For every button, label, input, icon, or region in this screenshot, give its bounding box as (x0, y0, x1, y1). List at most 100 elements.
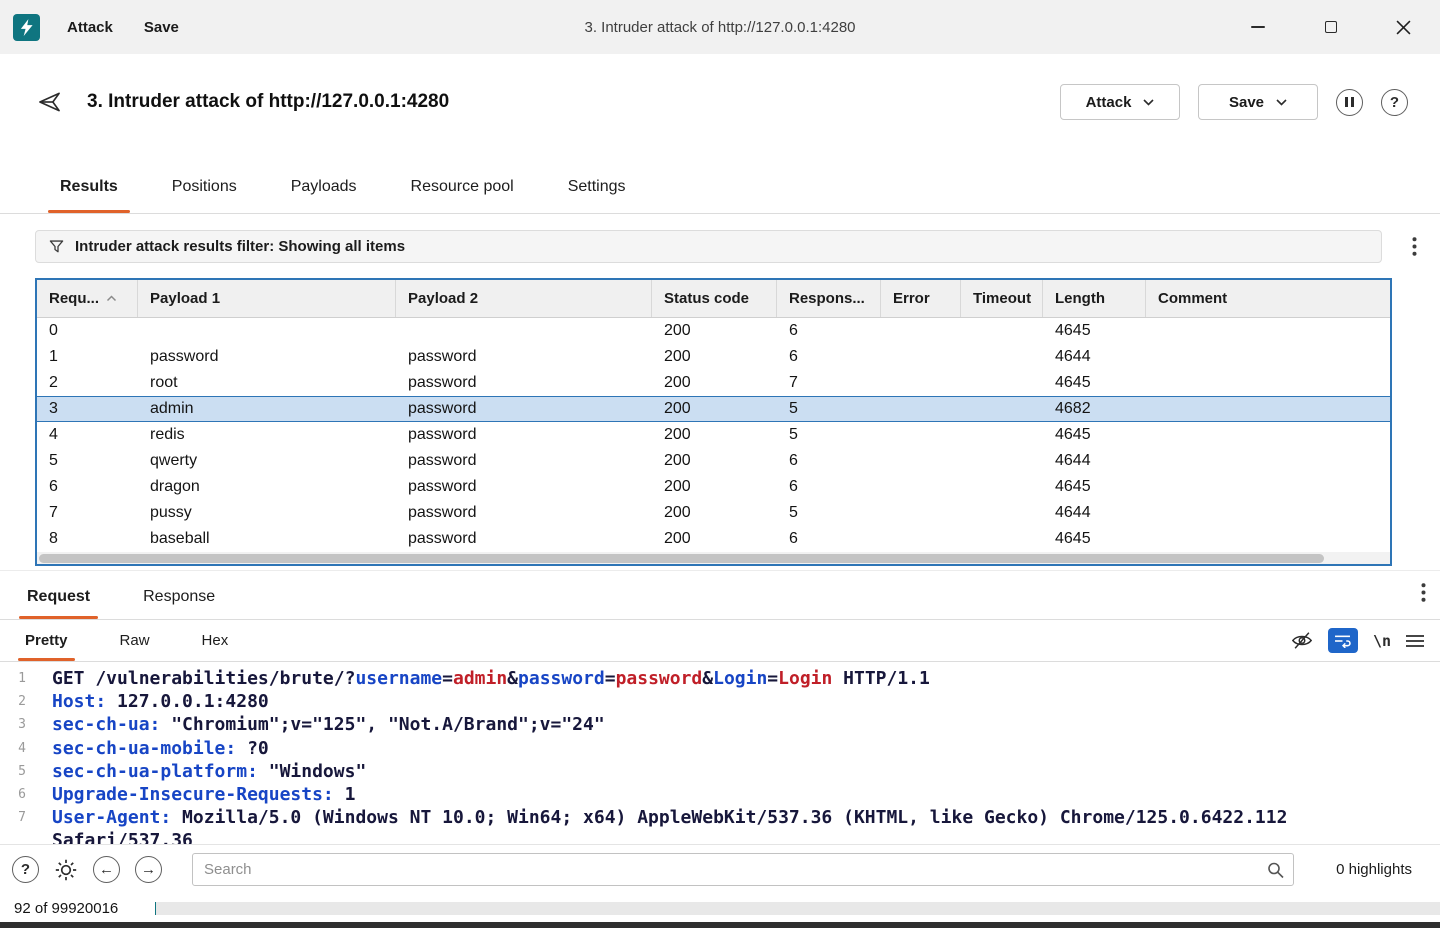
previous-match-button[interactable]: ← (93, 856, 120, 883)
table-cell: 200 (664, 478, 691, 495)
table-cell: 8 (49, 530, 58, 547)
request-line[interactable]: 7 User-Agent: Mozilla/5.0 (Windows NT 10.… (0, 806, 1440, 829)
request-line[interactable]: 6 Upgrade-Insecure-Requests: 1 (0, 783, 1440, 806)
tab-resource-pool[interactable]: Resource pool (411, 150, 514, 213)
pause-attack-button[interactable] (1336, 88, 1363, 116)
results-filter-bar[interactable]: Intruder attack results filter: Showing … (35, 229, 1382, 263)
menu-save[interactable]: Save (144, 19, 179, 36)
column-header-timeout[interactable]: Timeout (961, 280, 1043, 317)
table-cell: pussy (150, 504, 192, 521)
request-line-text: sec-ch-ua-mobile: ?0 (44, 738, 269, 759)
code-segment: admin (452, 668, 508, 690)
table-row[interactable]: 2 root password 200 7 4645 (37, 370, 1390, 396)
menu-attack[interactable]: Attack (67, 19, 113, 36)
maximize-button[interactable] (1294, 0, 1367, 54)
column-header-payload-2[interactable]: Payload 2 (396, 280, 652, 317)
close-icon (1396, 20, 1411, 34)
request-line[interactable]: 4 sec-ch-ua-mobile: ?0 (0, 737, 1440, 760)
table-cell: 6 (789, 478, 798, 495)
tab-payloads[interactable]: Payloads (291, 150, 357, 213)
search-settings-button[interactable] (54, 858, 78, 882)
help-button[interactable]: ? (1381, 88, 1408, 116)
column-header-respons[interactable]: Respons... (777, 280, 881, 317)
tab-hex[interactable]: Hex (202, 620, 229, 661)
question-icon: ? (1389, 93, 1400, 111)
intruder-attack-window: Attack Save 3. Intruder attack of http:/… (0, 0, 1440, 928)
message-menu-button[interactable] (1421, 583, 1426, 607)
main-tab-bar: Results Positions Payloads Resource pool Set… (0, 150, 1440, 214)
code-segment: Login (778, 668, 833, 690)
tab-results[interactable]: Results (48, 150, 130, 213)
column-header-length[interactable]: Length (1043, 280, 1146, 317)
table-cell: 200 (664, 400, 691, 417)
request-progress-count: 92 of 99920016 (14, 899, 119, 917)
column-header-error[interactable]: Error (881, 280, 961, 317)
table-row[interactable]: 8 baseball password 200 6 4645 (37, 526, 1390, 552)
next-match-button[interactable]: → (135, 856, 162, 883)
table-row[interactable]: 6 dragon password 200 6 4645 (37, 474, 1390, 500)
lightning-icon (20, 18, 33, 36)
tab-settings[interactable]: Settings (568, 150, 626, 213)
code-segment: username (355, 668, 443, 690)
line-number: 5 (18, 763, 26, 779)
tab-positions[interactable]: Positions (172, 150, 237, 213)
results-table: Requ... Payload 1 Payload 2 Status code Resp… (35, 278, 1392, 566)
table-row[interactable]: 0 200 6 4645 (37, 318, 1390, 344)
table-cell: 200 (664, 426, 691, 443)
horizontal-scrollbar[interactable] (37, 552, 1390, 564)
code-segment: = (442, 668, 453, 690)
tab-raw[interactable]: Raw (120, 620, 150, 661)
table-row[interactable]: 7 pussy password 200 5 4644 (37, 500, 1390, 526)
intruder-attack-icon (38, 91, 61, 113)
table-cell: password (150, 348, 219, 365)
attack-button[interactable]: Attack (1060, 84, 1180, 120)
request-editor[interactable]: 1 GET /vulnerabilities/brute/?username=ad… (0, 662, 1440, 844)
filter-menu-button[interactable] (1404, 236, 1424, 256)
request-line[interactable]: 2 Host: 127.0.0.1:4280 (0, 690, 1440, 713)
close-button[interactable] (1367, 0, 1440, 54)
tab-pretty[interactable]: Pretty (18, 620, 74, 661)
request-line[interactable]: 3 sec-ch-ua: "Chromium";v="125", "Not.A/B… (0, 713, 1440, 736)
table-cell: password (408, 348, 477, 365)
column-header-comment[interactable]: Comment (1146, 280, 1390, 317)
table-cell: 4644 (1055, 452, 1091, 469)
table-row[interactable]: 1 password password 200 6 4644 (37, 344, 1390, 370)
table-row[interactable]: 4 redis password 200 5 4645 (37, 422, 1390, 448)
request-line[interactable]: Safari/537.36 (0, 829, 1440, 844)
table-row[interactable]: 3 admin password 200 5 4682 (37, 396, 1390, 422)
wrap-lines-toggle[interactable] (1327, 628, 1358, 653)
gear-icon (55, 859, 77, 880)
table-cell: 200 (664, 374, 691, 391)
kebab-icon (1421, 583, 1426, 602)
editor-menu-button[interactable] (1406, 634, 1424, 648)
search-input[interactable] (192, 853, 1295, 886)
code-segment: "Chromium";v="125", "Not.A/Brand";v="24" (160, 714, 605, 736)
tab-request[interactable]: Request (18, 571, 99, 619)
request-line[interactable]: 5 sec-ch-ua-platform: "Windows" (0, 760, 1440, 783)
window-bottom-edge (0, 922, 1440, 928)
tab-response[interactable]: Response (143, 571, 215, 619)
read-only-toggle[interactable] (1291, 631, 1313, 650)
search-help-button[interactable]: ? (12, 856, 39, 883)
table-cell: password (408, 452, 477, 469)
view-tabs: Pretty Raw Hex (18, 620, 229, 661)
table-cell: 5 (789, 426, 798, 443)
table-cell: admin (150, 400, 194, 417)
request-line[interactable]: 1 GET /vulnerabilities/brute/?username=ad… (0, 667, 1440, 690)
column-header-payload-1[interactable]: Payload 1 (138, 280, 396, 317)
chevron-down-icon (1276, 98, 1287, 106)
column-header-status-code[interactable]: Status code (652, 280, 777, 317)
scrollbar-thumb[interactable] (39, 553, 1325, 563)
attack-header: 3. Intruder attack of http://127.0.0.1:4… (0, 54, 1440, 150)
request-line-text: sec-ch-ua: "Chromium";v="125", "Not.A/Br… (44, 714, 605, 735)
table-row[interactable]: 5 qwerty password 200 6 4644 (37, 448, 1390, 474)
column-label: Timeout (973, 290, 1032, 307)
show-newlines-toggle[interactable]: \n (1373, 632, 1391, 650)
request-line-text: User-Agent: Mozilla/5.0 (Windows NT 10.0… (44, 807, 1287, 828)
editor-toolbar: \n (1291, 620, 1424, 661)
code-segment: Host: (52, 691, 107, 713)
request-line-text: GET /vulnerabilities/brute/?username=adm… (44, 668, 930, 689)
minimize-button[interactable] (1221, 0, 1294, 54)
column-header-requ[interactable]: Requ... (37, 280, 138, 317)
save-button[interactable]: Save (1198, 84, 1318, 120)
